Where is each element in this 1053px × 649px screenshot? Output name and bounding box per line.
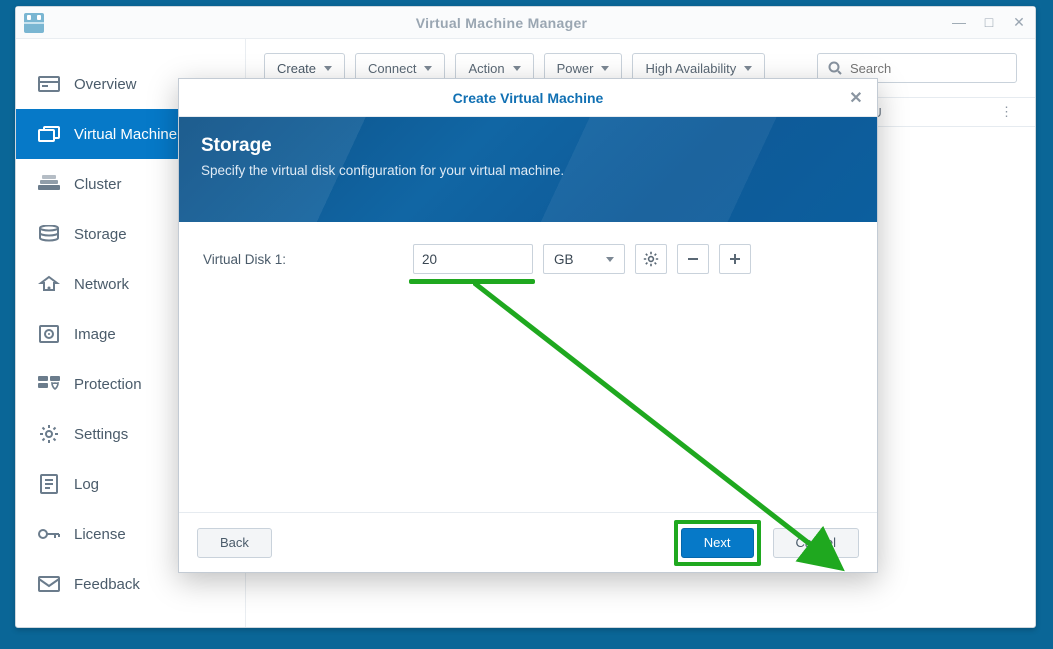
titlebar: Virtual Machine Manager — □ ✕: [16, 7, 1035, 39]
sidebar-item-label: Virtual Machine: [74, 126, 177, 143]
sidebar-item-label: Settings: [74, 426, 128, 443]
sidebar-item-label: License: [74, 526, 126, 543]
close-window-button[interactable]: ✕: [1011, 14, 1027, 31]
dialog-subheading: Specify the virtual disk configuration f…: [201, 163, 855, 178]
back-label: Back: [220, 535, 249, 550]
search-input[interactable]: [850, 61, 1006, 76]
gear-icon: [38, 425, 60, 443]
cancel-button[interactable]: Cancel: [773, 528, 859, 558]
sidebar-item-label: Overview: [74, 76, 137, 93]
dialog-body: Virtual Disk 1: GB: [179, 222, 877, 512]
next-button[interactable]: Next: [681, 528, 754, 558]
annotation-highlight-next: Next: [674, 520, 761, 566]
minimize-button[interactable]: —: [951, 14, 967, 31]
dialog-banner: Storage Specify the virtual disk configu…: [179, 117, 877, 222]
virtual-disk-label: Virtual Disk 1:: [203, 252, 403, 267]
image-icon: [38, 325, 60, 343]
network-icon: [38, 275, 60, 293]
cancel-label: Cancel: [796, 535, 836, 550]
virtual-disk-size-input[interactable]: [413, 244, 533, 274]
card-icon: [38, 75, 60, 93]
dialog-title: Create Virtual Machine: [453, 90, 604, 106]
vm-icon: [38, 125, 60, 143]
back-button[interactable]: Back: [197, 528, 272, 558]
search-icon: [828, 61, 842, 75]
annotation-underline: [409, 279, 535, 284]
add-disk-button[interactable]: [719, 244, 751, 274]
app-icon: [24, 13, 44, 33]
protection-icon: [38, 375, 60, 393]
create-label: Create: [277, 61, 316, 76]
power-label: Power: [557, 61, 594, 76]
action-label: Action: [468, 61, 504, 76]
sidebar-item-label: Image: [74, 326, 116, 343]
unit-value: GB: [554, 252, 574, 267]
sidebar-item-label: Feedback: [74, 576, 140, 593]
sidebar-item-label: Log: [74, 476, 99, 493]
create-vm-dialog: Create Virtual Machine ✕ Storage Specify…: [178, 78, 878, 573]
connect-label: Connect: [368, 61, 416, 76]
chevron-down-icon: [601, 66, 609, 71]
sidebar-item-label: Network: [74, 276, 129, 293]
dialog-titlebar: Create Virtual Machine ✕: [179, 79, 877, 117]
remove-disk-button[interactable]: [677, 244, 709, 274]
sidebar-item-label: Protection: [74, 376, 142, 393]
columns-menu-button[interactable]: ⋮: [994, 104, 1019, 120]
dialog-heading: Storage: [201, 135, 855, 157]
disk-settings-button[interactable]: [635, 244, 667, 274]
virtual-disk-row: Virtual Disk 1: GB: [203, 244, 853, 274]
chevron-down-icon: [324, 66, 332, 71]
next-label: Next: [704, 535, 731, 550]
window-controls: — □ ✕: [951, 14, 1027, 31]
storage-icon: [38, 225, 60, 243]
close-dialog-button[interactable]: ✕: [845, 87, 867, 109]
mail-icon: [38, 575, 60, 593]
sidebar-item-label: Storage: [74, 226, 127, 243]
dialog-footer: Back Next Cancel: [179, 512, 877, 572]
key-icon: [38, 525, 60, 543]
virtual-disk-unit-select[interactable]: GB: [543, 244, 625, 274]
chevron-down-icon: [424, 66, 432, 71]
window-title: Virtual Machine Manager: [52, 15, 951, 31]
maximize-button[interactable]: □: [981, 14, 997, 31]
ha-label: High Availability: [645, 61, 736, 76]
sidebar-item-label: Cluster: [74, 176, 122, 193]
chevron-down-icon: [606, 257, 614, 262]
log-icon: [38, 475, 60, 493]
chevron-down-icon: [513, 66, 521, 71]
chevron-down-icon: [744, 66, 752, 71]
cluster-icon: [38, 175, 60, 193]
